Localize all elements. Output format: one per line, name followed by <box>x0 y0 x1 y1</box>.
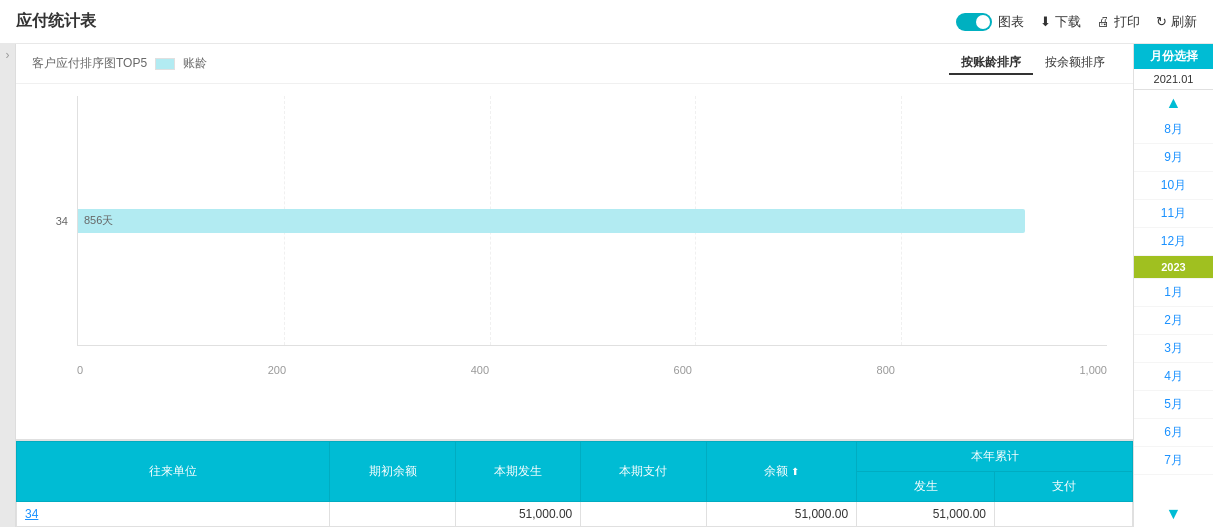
x-label-0: 0 <box>77 364 83 376</box>
table-header-row: 往来单位 期初余额 本期发生 本期支付 余额 ⬆ 本年累计 <box>17 442 1133 472</box>
chart-controls: 客户应付排序图TOP5 账龄 按账龄排序 按余额排序 <box>16 44 1133 84</box>
refresh-icon: ↻ <box>1156 14 1167 29</box>
chart-legend: 客户应付排序图TOP5 账龄 <box>32 55 207 72</box>
table-area: 往来单位 期初余额 本期发生 本期支付 余额 ⬆ 本年累计 发生 <box>16 439 1133 527</box>
x-label-600: 600 <box>674 364 692 376</box>
th-col6: 本年累计 <box>857 442 1133 472</box>
th-col4: 本期支付 <box>581 442 706 502</box>
chart-x-labels: 0 200 400 600 800 1,000 <box>77 364 1107 376</box>
refresh-button[interactable]: ↻ 刷新 <box>1156 13 1197 31</box>
legend-box <box>155 58 175 70</box>
sidebar-months: 8月 9月 10月 11月 12月 2023 1月 2月 3月 4月 5月 6月… <box>1134 116 1213 501</box>
month-7[interactable]: 7月 <box>1134 447 1213 475</box>
td-col6-sub2 <box>995 502 1133 527</box>
bar-row-1: 34 856天 <box>78 209 1107 233</box>
month-3[interactable]: 3月 <box>1134 335 1213 363</box>
toggle-label: 图表 <box>998 13 1024 31</box>
x-label-200: 200 <box>268 364 286 376</box>
month-8[interactable]: 8月 <box>1134 116 1213 144</box>
print-button[interactable]: 🖨 打印 <box>1097 13 1140 31</box>
th-col1: 往来单位 <box>17 442 330 502</box>
chart-plot: 34 856天 <box>77 96 1107 346</box>
bar-chart: 34 856天 0 200 400 600 800 1,000 <box>16 84 1133 439</box>
legend-box-label: 账龄 <box>183 55 207 72</box>
td-col2 <box>330 502 455 527</box>
chart-sort-buttons: 按账龄排序 按余额排序 <box>949 52 1117 75</box>
chevron-down-icon: ▼ <box>1166 505 1182 523</box>
year-2023-badge[interactable]: 2023 <box>1134 256 1213 279</box>
x-label-1000: 1,000 <box>1079 364 1107 376</box>
legend-label: 客户应付排序图TOP5 <box>32 55 147 72</box>
month-11[interactable]: 11月 <box>1134 200 1213 228</box>
td-col4 <box>581 502 706 527</box>
chart-inner: 34 856天 0 200 400 600 800 1,000 <box>32 96 1117 376</box>
right-sidebar: 月份选择 ▲ 8月 9月 10月 11月 12月 2023 1月 2月 3月 4… <box>1133 44 1213 527</box>
sidebar-title: 月份选择 <box>1134 44 1213 69</box>
x-label-800: 800 <box>877 364 895 376</box>
td-col1[interactable]: 34 <box>17 502 330 527</box>
month-4[interactable]: 4月 <box>1134 363 1213 391</box>
th-col5: 余额 ⬆ <box>706 442 856 502</box>
th-col3: 本期发生 <box>455 442 580 502</box>
month-12[interactable]: 12月 <box>1134 228 1213 256</box>
bar-end-label: 856天 <box>84 213 113 228</box>
month-1[interactable]: 1月 <box>1134 279 1213 307</box>
td-col3: 51,000.00 <box>455 502 580 527</box>
sort-by-balance-button[interactable]: 按余额排序 <box>1033 52 1117 75</box>
bar-fill <box>78 209 1025 233</box>
sort-by-amount-button[interactable]: 按账龄排序 <box>949 52 1033 75</box>
print-icon: 🖨 <box>1097 14 1110 29</box>
month-5[interactable]: 5月 <box>1134 391 1213 419</box>
sidebar-down-button[interactable]: ▼ <box>1134 501 1213 527</box>
chart-toggle[interactable] <box>956 13 992 31</box>
data-table: 往来单位 期初余额 本期发生 本期支付 余额 ⬆ 本年累计 发生 <box>16 441 1133 527</box>
month-2[interactable]: 2月 <box>1134 307 1213 335</box>
download-button[interactable]: ⬇ 下载 <box>1040 13 1081 31</box>
chevron-right-icon: › <box>6 48 10 62</box>
month-6[interactable]: 6月 <box>1134 419 1213 447</box>
td-col6-sub1: 51,000.00 <box>857 502 995 527</box>
th-col2: 期初余额 <box>330 442 455 502</box>
download-icon: ⬇ <box>1040 14 1051 29</box>
chart-toggle-group: 图表 <box>956 13 1024 31</box>
th-col6-sub2: 支付 <box>995 472 1133 502</box>
table-row: 34 51,000.00 51,000.00 51,000.00 <box>17 502 1133 527</box>
month-10[interactable]: 10月 <box>1134 172 1213 200</box>
bar-y-label: 34 <box>28 215 68 227</box>
month-9[interactable]: 9月 <box>1134 144 1213 172</box>
header-actions: 图表 ⬇ 下载 🖨 打印 ↻ 刷新 <box>956 13 1197 31</box>
sidebar-date-input[interactable] <box>1134 69 1213 90</box>
collapse-button[interactable]: › <box>0 44 16 527</box>
chevron-up-icon: ▲ <box>1166 94 1182 112</box>
sort-icon: ⬆ <box>791 466 799 477</box>
page-title: 应付统计表 <box>16 11 96 32</box>
x-label-400: 400 <box>471 364 489 376</box>
sidebar-up-button[interactable]: ▲ <box>1134 90 1213 116</box>
td-col5: 51,000.00 <box>706 502 856 527</box>
th-col6-sub1: 发生 <box>857 472 995 502</box>
